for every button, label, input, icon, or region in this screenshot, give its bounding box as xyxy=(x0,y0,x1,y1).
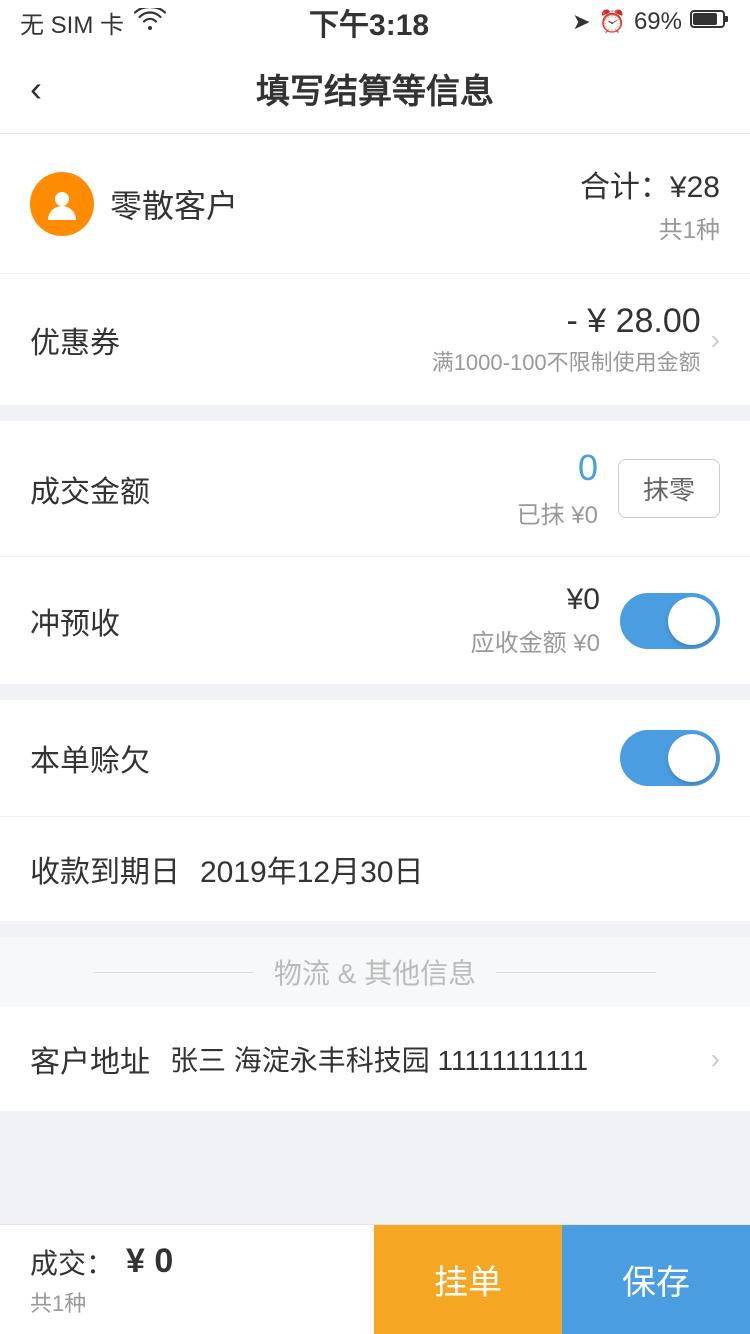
round-off-info: 已抹 ¥0 xyxy=(517,495,598,530)
address-section: 客户地址 张三 海淀永丰科技园 11111111111 › xyxy=(0,1007,750,1111)
battery-percent: 69% xyxy=(634,8,682,36)
customer-section: 零散客户 合计：¥28 共1种 优惠券 - ¥ 28.00 满1000-100不… xyxy=(0,134,750,405)
prepay-right: ¥0 应收金额 ¥0 xyxy=(471,583,720,658)
customer-info: 零散客户 xyxy=(30,172,238,236)
receivable-amount: 应收金额 ¥0 xyxy=(471,623,600,658)
coupon-label: 优惠券 xyxy=(30,318,120,362)
chevron-right-icon: › xyxy=(711,324,720,356)
transaction-amount-col: 0 已抹 ¥0 xyxy=(517,447,598,530)
address-chevron-icon: › xyxy=(711,1043,720,1075)
toggle-circle xyxy=(668,597,716,645)
prepay-amount-col: ¥0 应收金额 ¥0 xyxy=(471,583,600,658)
bottom-deal-label: 成交： xyxy=(30,1242,114,1282)
customer-total: 合计：¥28 共1种 xyxy=(580,162,720,245)
debt-toggle-circle xyxy=(668,734,716,782)
prepay-row: 冲预收 ¥0 应收金额 ¥0 xyxy=(0,557,750,684)
debt-toggle[interactable] xyxy=(620,730,720,786)
logistics-label: 物流 & 其他信息 xyxy=(274,952,476,992)
due-date-label: 收款到期日 xyxy=(30,847,180,891)
bottom-deal-row: 成交： ¥ 0 xyxy=(30,1242,344,1282)
coupon-discount: - ¥ 28.00 xyxy=(432,302,701,341)
bottom-deal-amount: ¥ 0 xyxy=(126,1242,173,1281)
address-value: 张三 海淀永丰科技园 11111111111 xyxy=(170,1039,711,1079)
prepay-toggle[interactable] xyxy=(620,593,720,649)
location-icon: ➤ xyxy=(572,9,590,35)
logistics-section-header: 物流 & 其他信息 xyxy=(0,937,750,1007)
debt-label: 本单赊欠 xyxy=(30,736,150,780)
bottom-count: 共1种 xyxy=(30,1286,344,1318)
customer-row: 零散客户 合计：¥28 共1种 xyxy=(0,134,750,273)
status-bar: 无 SIM 卡 下午3:18 ➤ ⏰ 69% xyxy=(0,0,750,44)
wifi-icon xyxy=(134,8,166,37)
bottom-info: 成交： ¥ 0 共1种 xyxy=(0,1242,374,1318)
customer-name: 零散客户 xyxy=(110,181,238,227)
total-count: 共1种 xyxy=(580,210,720,245)
coupon-description: 满1000-100不限制使用金额 xyxy=(432,345,701,377)
transaction-amount-right: 0 已抹 ¥0 抹零 xyxy=(517,447,720,530)
divider-line-right xyxy=(496,972,656,973)
no-sim-label: 无 SIM 卡 xyxy=(20,5,124,40)
coupon-info: - ¥ 28.00 满1000-100不限制使用金额 xyxy=(432,302,701,377)
total-amount: 合计：¥28 xyxy=(580,162,720,206)
transaction-section: 成交金额 0 已抹 ¥0 抹零 冲预收 ¥0 应收金额 ¥0 xyxy=(0,421,750,684)
due-date-row: 收款到期日 2019年12月30日 xyxy=(0,817,750,921)
avatar xyxy=(30,172,94,236)
hold-button[interactable]: 挂单 xyxy=(374,1225,562,1334)
prepay-label: 冲预收 xyxy=(30,599,120,643)
back-button[interactable]: ‹ xyxy=(30,68,42,110)
coupon-row[interactable]: 优惠券 - ¥ 28.00 满1000-100不限制使用金额 › xyxy=(0,273,750,405)
debt-section: 本单赊欠 收款到期日 2019年12月30日 xyxy=(0,700,750,921)
transaction-amount-label: 成交金额 xyxy=(30,467,150,511)
address-label: 客户地址 xyxy=(30,1037,150,1081)
bottom-bar: 成交： ¥ 0 共1种 挂单 保存 xyxy=(0,1224,750,1334)
nav-bar: ‹ 填写结算等信息 xyxy=(0,44,750,134)
status-time: 下午3:18 xyxy=(309,0,429,44)
status-left: 无 SIM 卡 xyxy=(20,5,166,40)
page-title: 填写结算等信息 xyxy=(256,64,494,113)
prepay-amount: ¥0 xyxy=(471,583,600,617)
transaction-amount-value[interactable]: 0 xyxy=(578,447,598,488)
round-off-button[interactable]: 抹零 xyxy=(618,459,720,518)
debt-row: 本单赊欠 xyxy=(0,700,750,817)
divider-line-left xyxy=(94,972,254,973)
alarm-icon: ⏰ xyxy=(599,9,626,35)
save-button[interactable]: 保存 xyxy=(562,1225,750,1334)
logistics-divider-inner: 物流 & 其他信息 xyxy=(94,952,656,992)
address-row[interactable]: 客户地址 张三 海淀永丰科技园 11111111111 › xyxy=(0,1007,750,1111)
due-date-value: 2019年12月30日 xyxy=(200,847,423,891)
status-right: ➤ ⏰ 69% xyxy=(572,8,730,37)
battery-icon xyxy=(690,8,730,37)
transaction-amount-row: 成交金额 0 已抹 ¥0 抹零 xyxy=(0,421,750,557)
coupon-right: - ¥ 28.00 满1000-100不限制使用金额 › xyxy=(432,302,720,377)
